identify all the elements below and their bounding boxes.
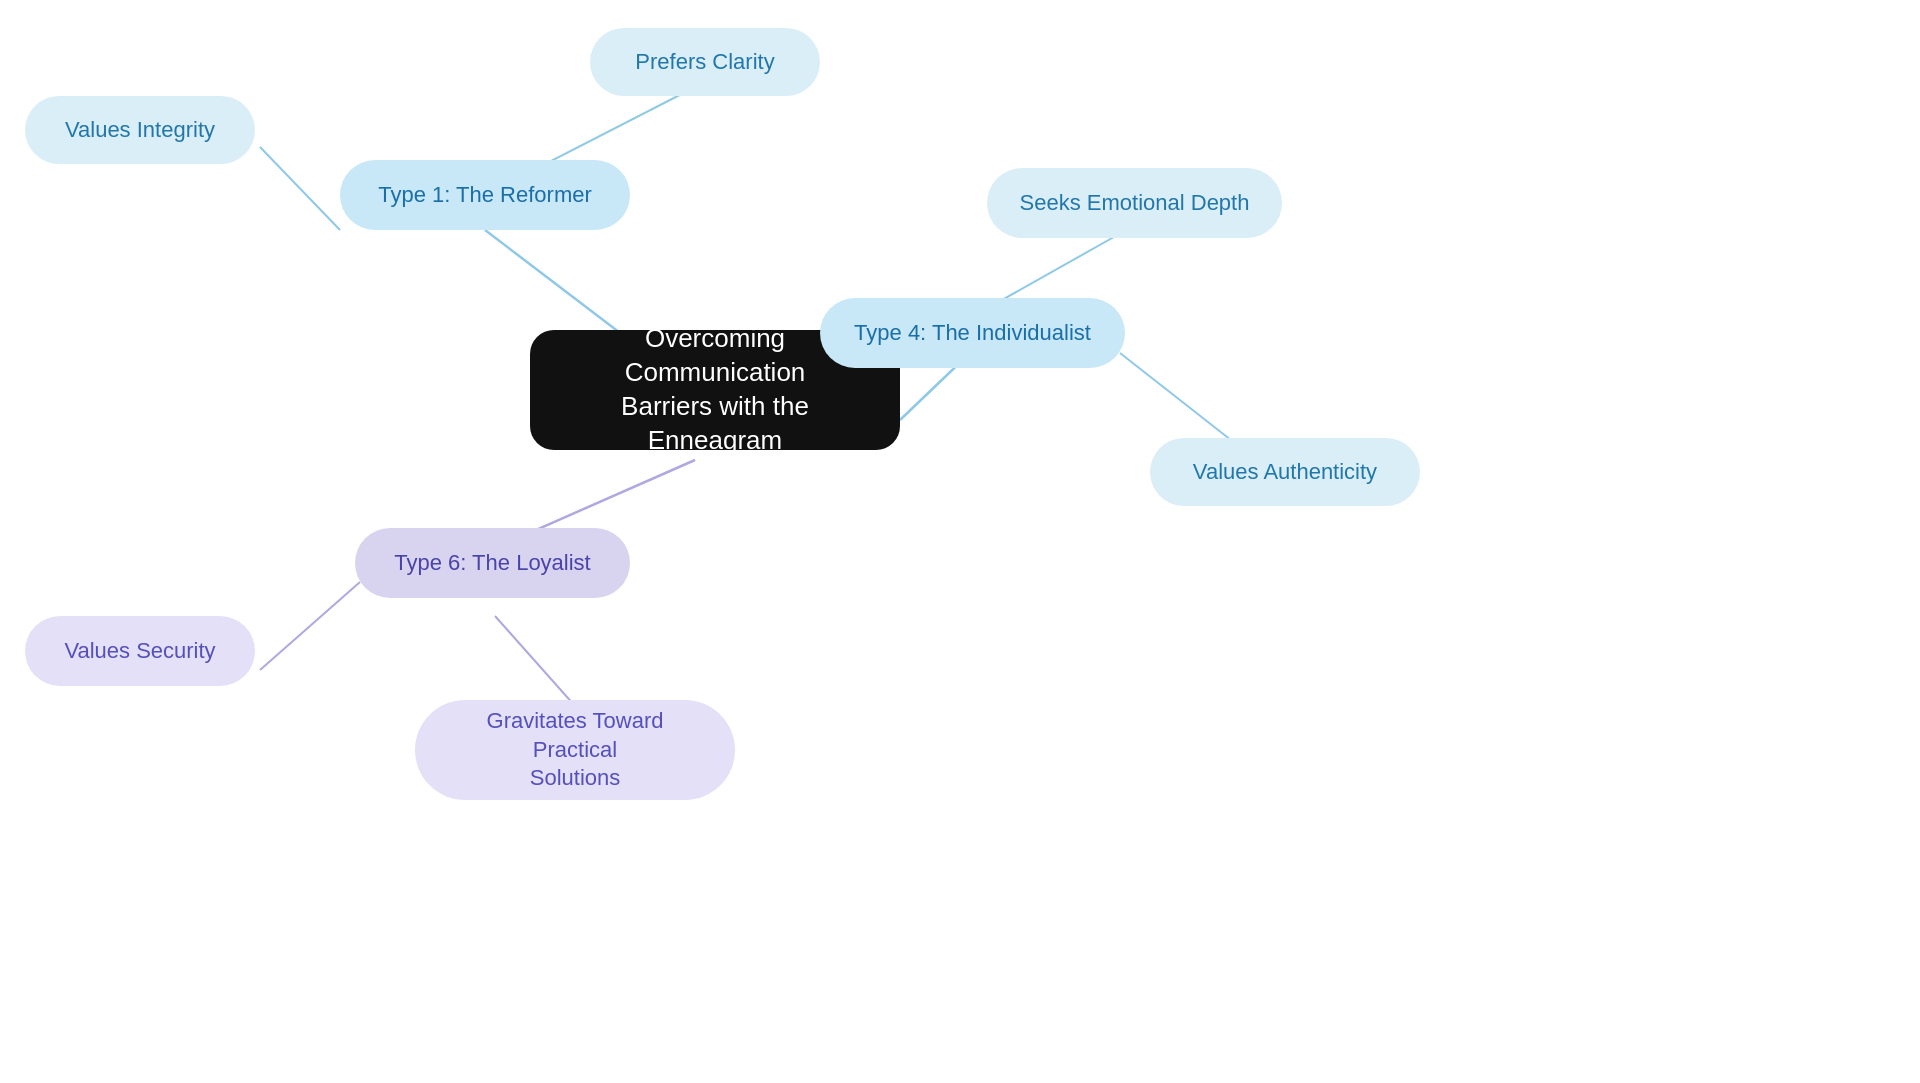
- mind-map-canvas: Overcoming Communication Barriers with t…: [0, 0, 1920, 1083]
- svg-line-7: [260, 582, 360, 670]
- values-security-node: Values Security: [25, 616, 255, 686]
- values-integrity-node: Values Integrity: [25, 96, 255, 164]
- gravitates-node: Gravitates Toward Practical Solutions: [415, 700, 735, 800]
- svg-line-2: [260, 147, 340, 230]
- prefers-clarity-node: Prefers Clarity: [590, 28, 820, 96]
- connection-lines: [0, 0, 1920, 1083]
- seeks-emotional-depth-node: Seeks Emotional Depth: [987, 168, 1282, 238]
- values-authenticity-node: Values Authenticity: [1150, 438, 1420, 506]
- type1-node: Type 1: The Reformer: [340, 160, 630, 230]
- type6-node: Type 6: The Loyalist: [355, 528, 630, 598]
- svg-line-8: [495, 616, 575, 706]
- type4-node: Type 4: The Individualist: [820, 298, 1125, 368]
